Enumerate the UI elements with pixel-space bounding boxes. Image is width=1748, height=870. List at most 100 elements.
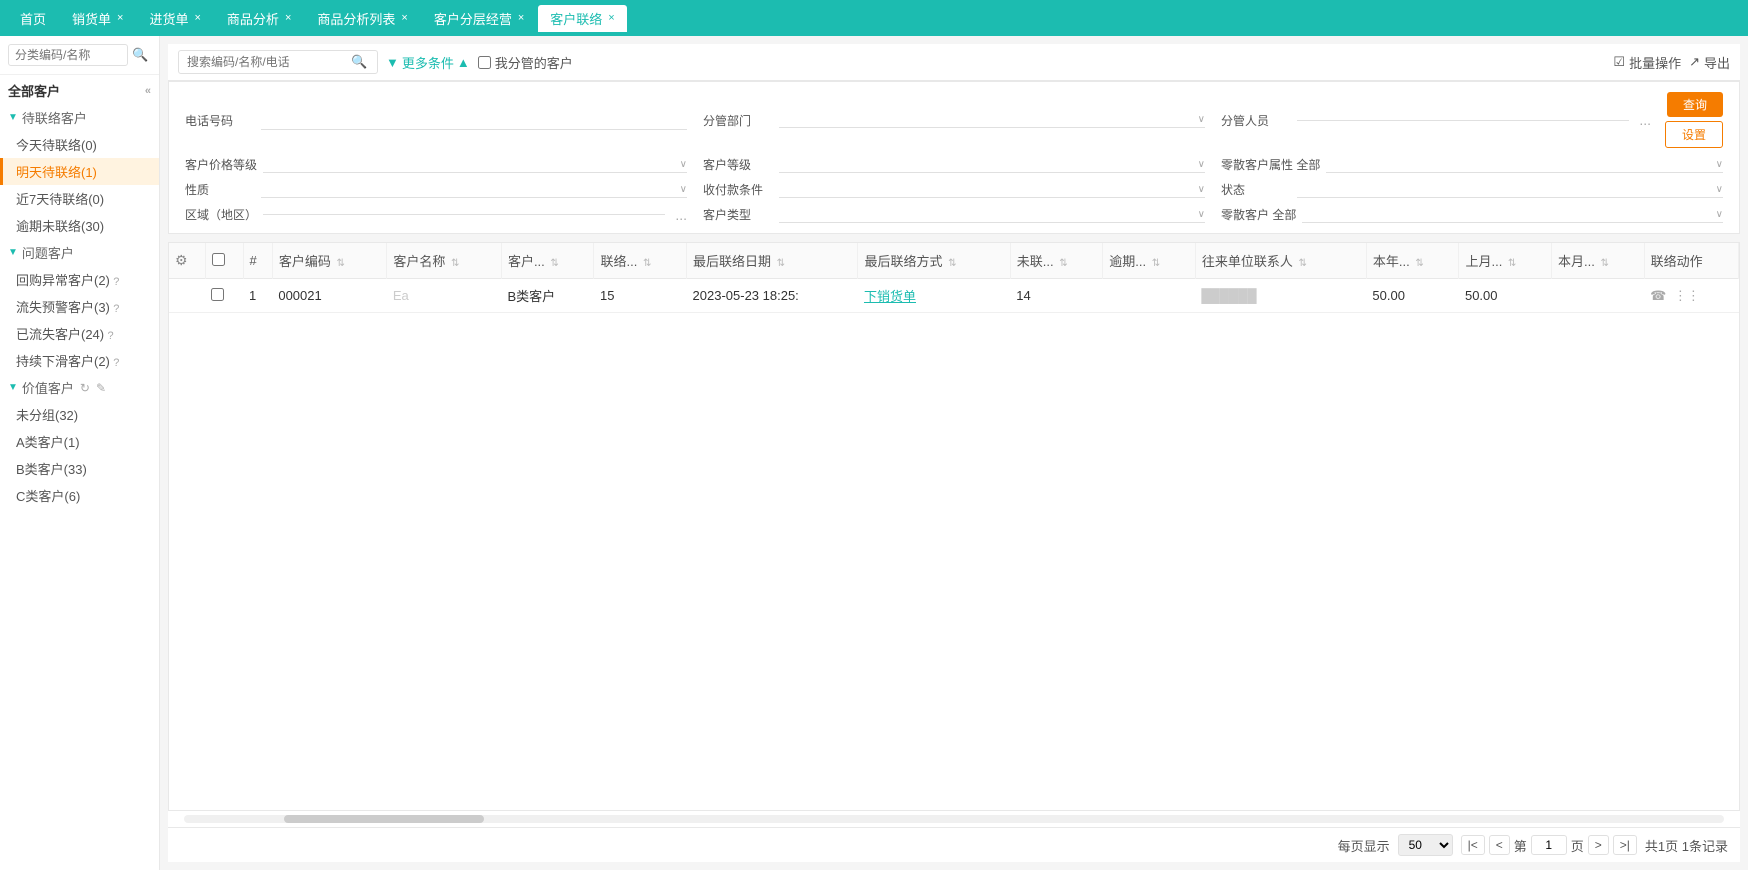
filter-search-input[interactable]	[187, 55, 347, 69]
filter-search-icon[interactable]: 🔍	[351, 54, 367, 70]
filter-phone-label: 电话号码	[185, 112, 255, 129]
filter-scatter-attr-select[interactable]: ∨	[1326, 157, 1723, 173]
col-last-method[interactable]: 最后联络方式 ⇅	[858, 243, 1010, 279]
sidebar-search-input[interactable]	[8, 44, 128, 66]
sidebar-item-ungroup[interactable]: 未分组(32)	[0, 401, 159, 428]
col-overdue[interactable]: 逾期... ⇅	[1103, 243, 1196, 279]
col-last-date[interactable]: 最后联络日期 ⇅	[687, 243, 858, 279]
cell-checkbox[interactable]	[205, 279, 243, 313]
cust-grade-chevron: ∨	[1198, 159, 1205, 170]
query-btn[interactable]: 查询	[1667, 92, 1723, 117]
col-contact[interactable]: 联络... ⇅	[594, 243, 687, 279]
nav-sales[interactable]: 销货单 ×	[60, 5, 135, 32]
export-btn[interactable]: ↗ 导出	[1689, 53, 1730, 72]
select-all-checkbox[interactable]	[212, 253, 225, 266]
filter-price-grade-select[interactable]: ∨	[263, 157, 687, 173]
col-gear[interactable]: ⚙	[169, 243, 205, 279]
group-pending-contact[interactable]: ▼ 待联络客户	[0, 104, 159, 131]
sidebar-item-churned[interactable]: 已流失客户(24) ?	[0, 320, 159, 347]
sidebar-item-7days[interactable]: 近7天待联络(0)	[0, 185, 159, 212]
filter-cust-grade-row: 客户等级 ∨	[703, 156, 1205, 173]
cust-type-chevron: ∨	[1198, 209, 1205, 220]
nav-purchase[interactable]: 进货单 ×	[137, 5, 212, 32]
nav-home[interactable]: 首页	[8, 5, 58, 32]
action-more-icon[interactable]: ⋮⋮	[1674, 288, 1700, 303]
my-customer-checkbox[interactable]	[478, 56, 491, 69]
sidebar-item-churn-warning[interactable]: 流失预警客户(3) ?	[0, 293, 159, 320]
nav-customer-contact-close[interactable]: ×	[608, 12, 614, 24]
cell-gear	[169, 279, 205, 313]
col-type[interactable]: 客户... ⇅	[501, 243, 594, 279]
sidebar: 🔍 全部客户 « ▼ 待联络客户 今天待联络(0) 明天待联络(1) 近7天待联…	[0, 36, 160, 870]
per-page-select[interactable]: 50 100 200	[1398, 834, 1453, 856]
nav-product-analysis-close[interactable]: ×	[285, 12, 291, 24]
person-dots-icon[interactable]: ...	[1639, 112, 1651, 128]
filter-scatter-cust-select[interactable]: ∨	[1302, 207, 1723, 223]
more-filter-btn[interactable]: ▼ 更多条件 ▲	[386, 53, 470, 72]
sidebar-item-tomorrow[interactable]: 明天待联络(1)	[0, 158, 159, 185]
page-next-btn[interactable]: >	[1588, 835, 1609, 855]
col-last-month[interactable]: 上月... ⇅	[1459, 243, 1552, 279]
group-value-customer[interactable]: ▼ 价值客户 ↻ ✎	[0, 374, 159, 401]
nav-customer-tier[interactable]: 客户分层经营 ×	[422, 5, 536, 32]
nav-sales-close[interactable]: ×	[117, 12, 123, 24]
filter-nature-label: 性质	[185, 181, 255, 198]
row-checkbox[interactable]	[211, 288, 224, 301]
cell-name: Ea	[387, 279, 502, 313]
sidebar-item-c-class[interactable]: C类客户(6)	[0, 482, 159, 509]
page-prev-btn[interactable]: <	[1489, 835, 1510, 855]
sidebar-item-today[interactable]: 今天待联络(0)	[0, 131, 159, 158]
page-first-btn[interactable]: |<	[1461, 835, 1485, 855]
sidebar-item-b-class[interactable]: B类客户(33)	[0, 455, 159, 482]
filter-payment-label: 收付款条件	[703, 181, 773, 198]
my-customer-label: 我分管的客户	[495, 53, 573, 72]
sidebar-item-a-class[interactable]: A类客户(1)	[0, 428, 159, 455]
scatter-cust-chevron: ∨	[1716, 209, 1723, 220]
col-unlinkd[interactable]: 未联... ⇅	[1010, 243, 1103, 279]
col-checkbox[interactable]	[205, 243, 243, 279]
col-code[interactable]: 客户编码 ⇅	[272, 243, 387, 279]
col-this-month[interactable]: 本月... ⇅	[1552, 243, 1645, 279]
sidebar-item-overdue[interactable]: 逾期未联络(30)	[0, 212, 159, 239]
group-problem-customer[interactable]: ▼ 问题客户	[0, 239, 159, 266]
triangle-icon: ▼	[8, 112, 18, 123]
nav-customer-tier-close[interactable]: ×	[518, 12, 524, 24]
col-name[interactable]: 客户名称 ⇅	[387, 243, 502, 279]
nav-product-analysis-label: 商品分析	[227, 9, 279, 28]
all-customers-header[interactable]: 全部客户 «	[0, 75, 159, 104]
page-input[interactable]	[1531, 835, 1567, 855]
cell-last-method[interactable]: 下销货单	[858, 279, 1010, 313]
filter-dept-select[interactable]: ∨	[779, 112, 1205, 128]
batch-op-btn[interactable]: ☑ 批量操作	[1613, 53, 1681, 72]
col-contact-person[interactable]: 往来单位联系人 ⇅	[1195, 243, 1366, 279]
sidebar-item-abnormal-repurchase[interactable]: 回购异常客户(2) ?	[0, 266, 159, 293]
nav-product-list-close[interactable]: ×	[401, 12, 407, 24]
col-this-year[interactable]: 本年... ⇅	[1366, 243, 1459, 279]
refresh-icon[interactable]: ↻	[80, 381, 90, 395]
region-dots-icon[interactable]: ...	[675, 207, 687, 223]
collapse-icon[interactable]: «	[145, 85, 151, 97]
nav-product-list[interactable]: 商品分析列表 ×	[305, 5, 419, 32]
edit-icon[interactable]: ✎	[96, 381, 106, 395]
table-gear-icon[interactable]: ⚙	[175, 252, 188, 268]
setting-btn[interactable]: 设置	[1665, 121, 1723, 148]
horizontal-scrollbar[interactable]	[168, 811, 1740, 827]
filter-nature-select[interactable]: ∨	[261, 182, 687, 198]
nav-customer-contact[interactable]: 客户联络 ×	[538, 5, 626, 32]
nav-customer-contact-label: 客户联络	[550, 9, 602, 28]
filter-dept-row: 分管部门 ∨	[703, 92, 1205, 148]
sidebar-item-declining[interactable]: 持续下滑客户(2) ?	[0, 347, 159, 374]
filter-cust-grade-select[interactable]: ∨	[779, 157, 1205, 173]
filter-payment-select[interactable]: ∨	[779, 182, 1205, 198]
cell-action[interactable]: ☎ ⋮⋮	[1644, 279, 1738, 313]
filter-cust-type-row: 客户类型 ∨	[703, 206, 1205, 223]
filter-cust-type-select[interactable]: ∨	[779, 207, 1205, 223]
nav-purchase-close[interactable]: ×	[194, 12, 200, 24]
nav-product-analysis[interactable]: 商品分析 ×	[215, 5, 303, 32]
filter-phone-input[interactable]	[261, 111, 687, 130]
filter-status-select[interactable]: ∨	[1297, 182, 1723, 198]
page-last-btn[interactable]: >|	[1613, 835, 1637, 855]
action-phone-icon[interactable]: ☎	[1650, 288, 1666, 303]
scrollbar-thumb[interactable]	[284, 815, 484, 823]
sidebar-search-icon[interactable]: 🔍	[132, 47, 148, 63]
